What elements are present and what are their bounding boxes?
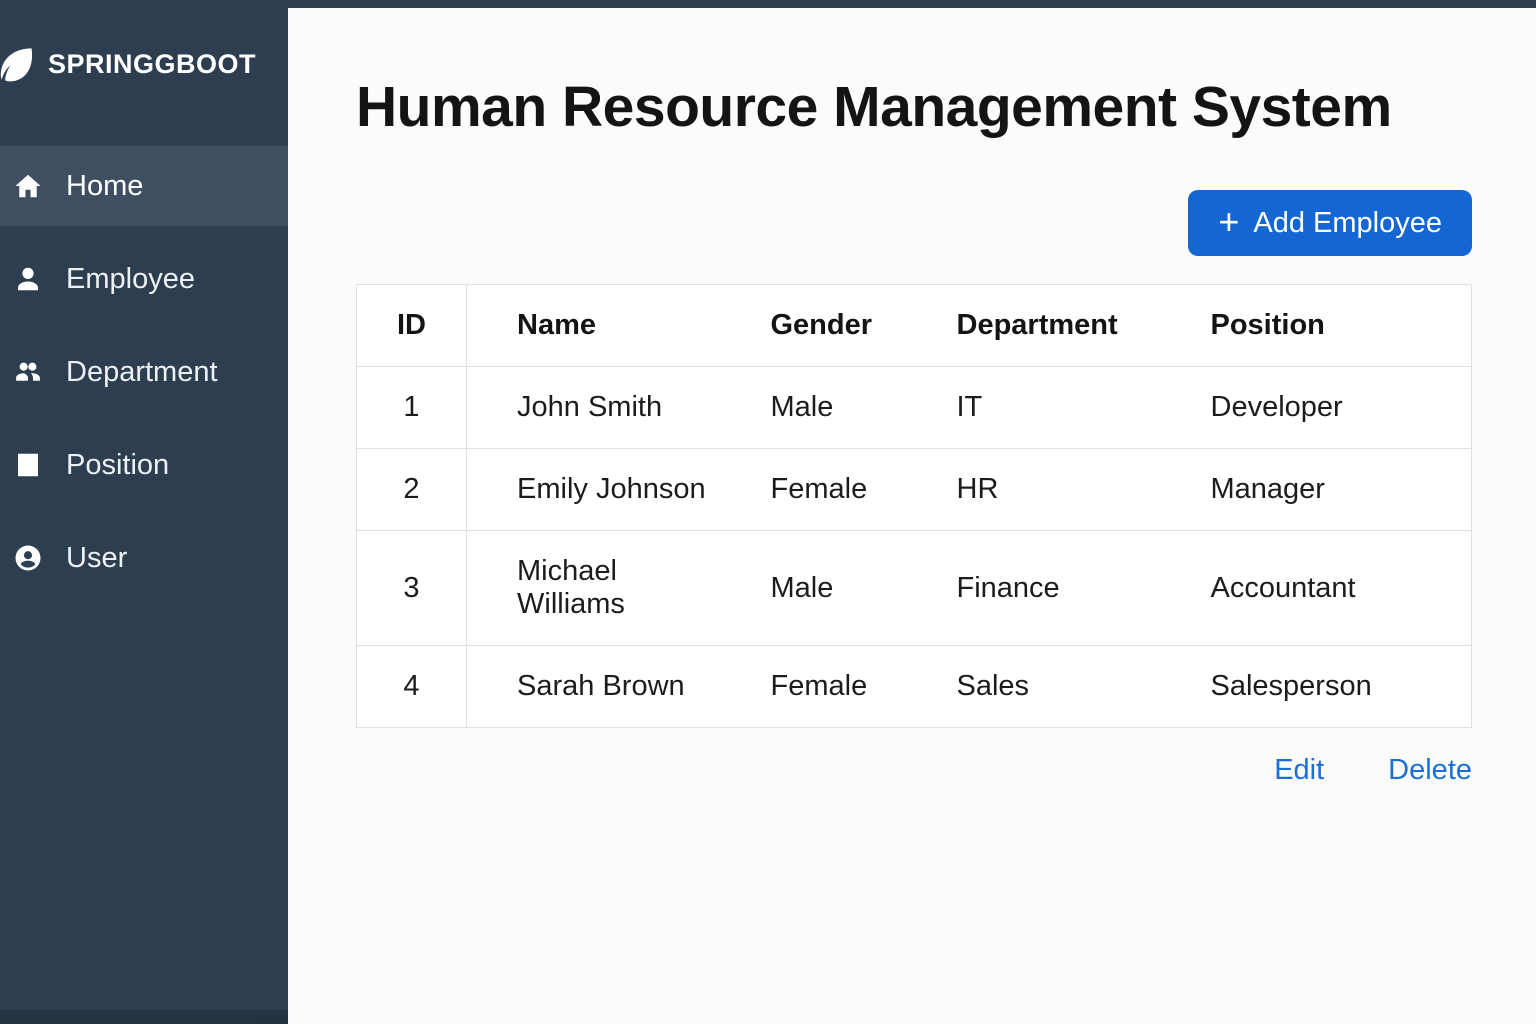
cell-id: 1 — [356, 366, 467, 449]
cell-position: Developer — [1190, 366, 1472, 449]
page-title: Human Resource Management System — [356, 75, 1392, 139]
add-employee-button[interactable]: + Add Employee — [1188, 190, 1472, 256]
sidebar-item-label: Department — [66, 355, 218, 388]
cell-gender: Female — [750, 448, 937, 531]
column-header-name: Name — [466, 284, 751, 367]
cell-department: Finance — [936, 530, 1191, 646]
plus-icon: + — [1218, 200, 1240, 242]
table-header-row: ID Name Gender Department Position — [356, 284, 1472, 367]
brand-name: SPRINGGBOOT — [48, 48, 257, 79]
cell-name: John Smith — [466, 366, 751, 449]
building-icon — [12, 449, 44, 481]
sidebar-footer — [0, 1010, 288, 1024]
cell-gender: Female — [750, 645, 937, 728]
sidebar-item-label: User — [66, 541, 128, 574]
cell-name: Sarah Brown — [466, 645, 751, 728]
cell-department: Sales — [936, 645, 1191, 728]
cell-department: IT — [936, 366, 1191, 449]
add-employee-label: Add Employee — [1253, 206, 1442, 239]
sidebar-item-user[interactable]: User — [0, 518, 288, 598]
brand: SPRINGGBOOT — [0, 0, 288, 128]
cell-id: 3 — [356, 530, 467, 646]
delete-link[interactable]: Delete — [1388, 754, 1472, 787]
employee-table: ID Name Gender Department Position 1 Joh… — [356, 284, 1472, 728]
column-header-gender: Gender — [750, 284, 937, 367]
cell-id: 4 — [356, 645, 467, 728]
table-row: 3 Michael Williams Male Finance Accounta… — [356, 530, 1472, 646]
table-row: 1 John Smith Male IT Developer — [356, 366, 1472, 449]
cell-gender: Male — [750, 366, 937, 449]
sidebar-item-home[interactable]: Home — [0, 146, 288, 226]
sidebar-item-employee[interactable]: Employee — [0, 239, 288, 319]
leaf-icon — [0, 42, 38, 86]
sidebar-nav: Home Employee Department Position User — [0, 146, 288, 611]
column-header-id: ID — [356, 284, 467, 367]
cell-position: Accountant — [1190, 530, 1472, 646]
cell-name: Michael Williams — [466, 530, 751, 646]
main-content: Human Resource Management System + Add E… — [288, 8, 1536, 1024]
sidebar: SPRINGGBOOT Home Employee Department Pos… — [0, 0, 288, 1024]
cell-gender: Male — [750, 530, 937, 646]
cell-id: 2 — [356, 448, 467, 531]
sidebar-item-department[interactable]: Department — [0, 332, 288, 412]
cell-position: Manager — [1190, 448, 1472, 531]
column-header-position: Position — [1190, 284, 1472, 367]
person-icon — [12, 263, 44, 295]
sidebar-item-label: Employee — [66, 262, 195, 295]
sidebar-item-label: Position — [66, 448, 170, 481]
app-layout: SPRINGGBOOT Home Employee Department Pos… — [0, 0, 1536, 1024]
edit-link[interactable]: Edit — [1274, 754, 1324, 787]
toolbar: + Add Employee — [356, 190, 1472, 256]
table-row: 4 Sarah Brown Female Sales Salesperson — [356, 645, 1472, 728]
row-actions: Edit Delete — [356, 754, 1472, 787]
column-header-department: Department — [936, 284, 1191, 367]
cell-position: Salesperson — [1190, 645, 1472, 728]
table-row: 2 Emily Johnson Female HR Manager — [356, 448, 1472, 531]
people-icon — [12, 356, 44, 388]
cell-name: Emily Johnson — [466, 448, 751, 531]
sidebar-item-label: Home — [66, 169, 144, 202]
home-icon — [12, 170, 44, 202]
sidebar-item-position[interactable]: Position — [0, 425, 288, 505]
user-circle-icon — [12, 542, 44, 574]
cell-department: HR — [936, 448, 1191, 531]
